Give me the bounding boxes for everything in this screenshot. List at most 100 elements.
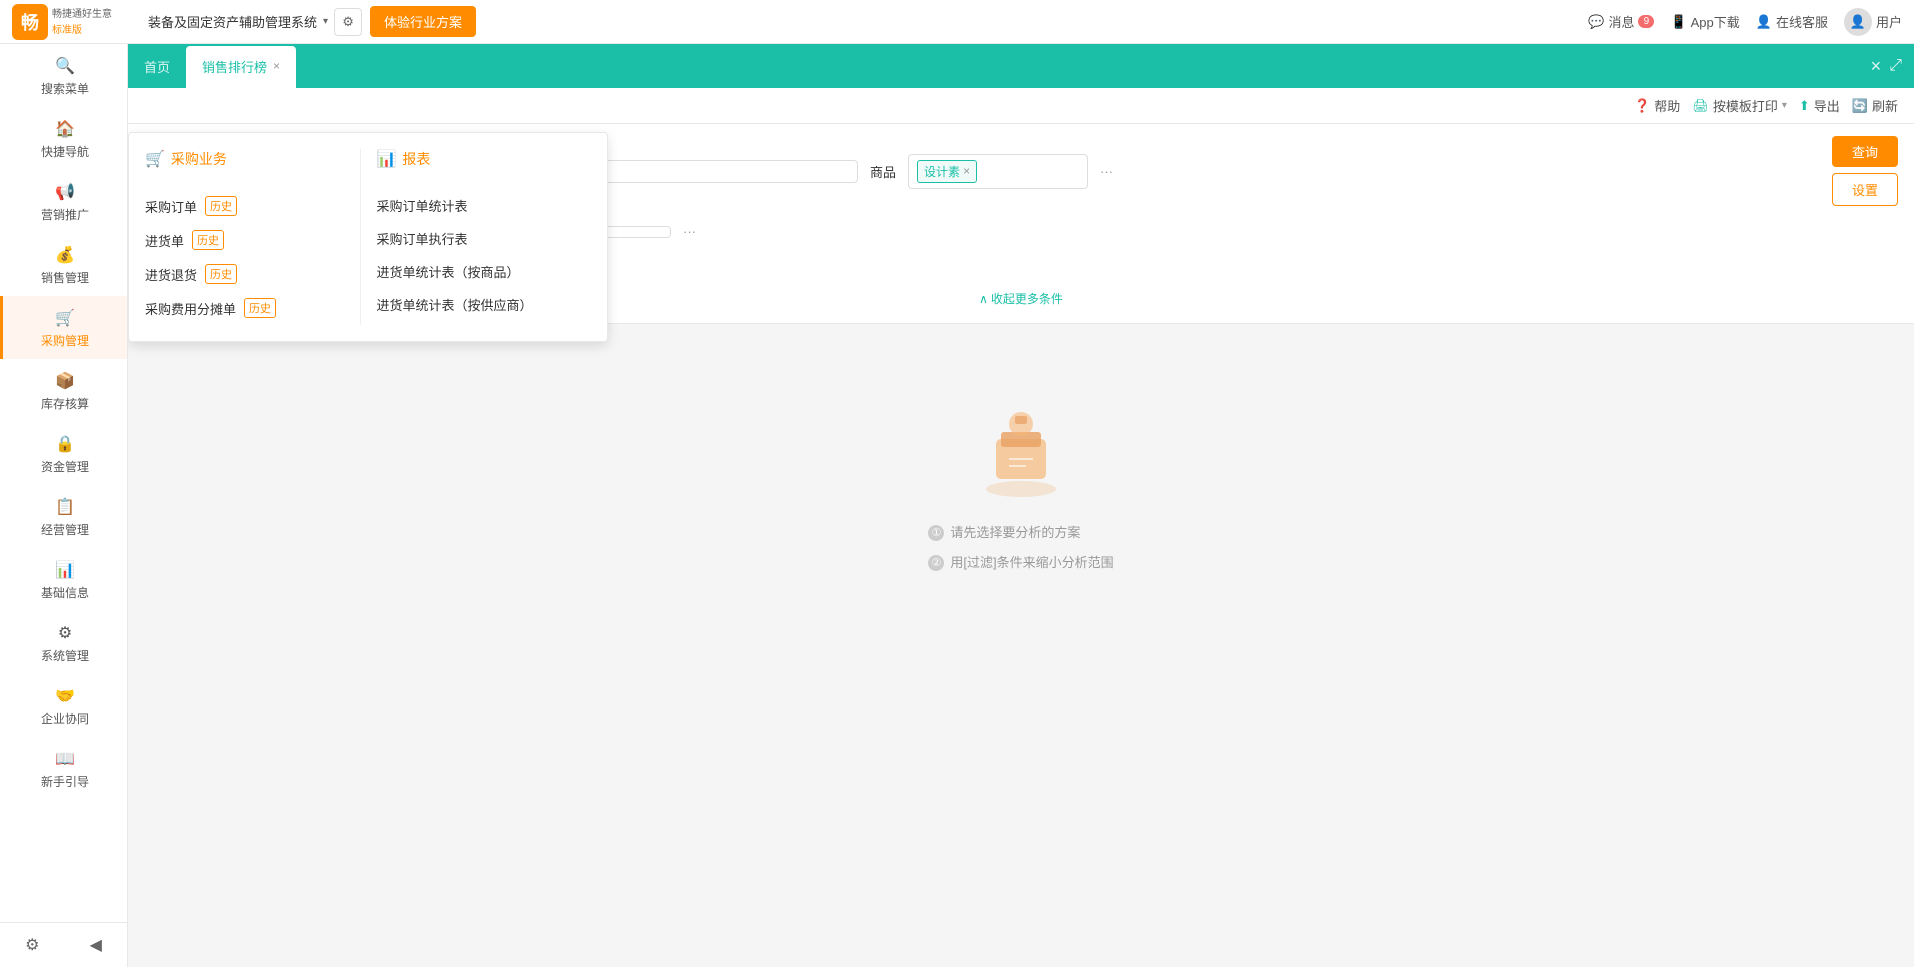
purchase-icon: 🛒 xyxy=(55,308,75,328)
goods-input[interactable]: 设计素 × xyxy=(908,154,1088,189)
menu-item-expense[interactable]: 采购费用分摊单 历史 xyxy=(145,291,360,325)
menu-columns: 🛒 采购业务 采购订单 历史 进货单 历史 xyxy=(145,149,591,325)
industry-button[interactable]: 体验行业方案 xyxy=(370,6,476,37)
tab-close-all-area: × ⤢ xyxy=(1859,56,1914,77)
goods-more-btn[interactable]: ··· xyxy=(1100,164,1113,179)
menu-item-inbound-stats-goods[interactable]: 进货单统计表（按商品） xyxy=(377,255,592,288)
sidebar-label-operations: 经营管理 xyxy=(41,521,89,538)
print-dropdown-icon[interactable]: ▾ xyxy=(1782,100,1787,111)
tab-sales-rank-label: 销售排行榜 xyxy=(202,57,267,76)
expand-btn[interactable]: ⤢ xyxy=(1889,57,1902,75)
collapse-arrow-icon: ∧ xyxy=(979,292,988,306)
settings-icon-btn[interactable]: ⚙ xyxy=(334,8,362,36)
history-badge-0[interactable]: 历史 xyxy=(205,196,237,216)
sidebar-label-system: 系统管理 xyxy=(41,647,89,664)
export-btn[interactable]: ⬆ 导出 xyxy=(1799,96,1840,115)
menu-item-purchase-order[interactable]: 采购订单 历史 xyxy=(145,189,360,223)
phone-icon: 📱 xyxy=(1670,14,1686,30)
sidebar-item-purchase[interactable]: 🛒 采购管理 xyxy=(0,296,127,359)
sidebar: 🔍 搜索菜单 🏠 快捷导航 📢 营销推广 💰 销售管理 🛒 采购管理 📦 xyxy=(0,44,128,967)
sidebar-item-search[interactable]: 🔍 搜索菜单 xyxy=(0,44,127,107)
top-bar: 畅 畅捷通好生意 标准版 装备及固定资产辅助管理系统 ▾ ⚙ 体验行业方案 💬 … xyxy=(0,0,1914,44)
tab-bar: 首页 销售排行榜 × × ⤢ xyxy=(128,44,1914,88)
tag-remove-btn[interactable]: × xyxy=(963,164,970,178)
menu-item-inbound[interactable]: 进货单 历史 xyxy=(145,223,360,257)
sidebar-item-inventory[interactable]: 📦 库存核算 xyxy=(0,359,127,422)
purchase-dropdown-menu: 🛒 采购业务 采购订单 历史 进货单 历史 xyxy=(128,132,608,342)
home-icon: 🏠 xyxy=(55,119,75,139)
history-badge-3[interactable]: 历史 xyxy=(244,298,276,318)
message-icon: 💬 xyxy=(1588,14,1604,30)
print-btn[interactable]: 🖨 按模板打印 ▾ xyxy=(1692,96,1787,115)
empty-state: ① 请先选择要分析的方案 ② 用[过滤]条件来缩小分析范围 xyxy=(128,324,1914,656)
empty-svg xyxy=(971,404,1071,504)
help-btn[interactable]: ❓ 帮助 xyxy=(1634,96,1680,115)
sidebar-bottom: ⚙ ◀ xyxy=(0,922,127,967)
sidebar-label-guide: 新手引导 xyxy=(41,773,89,790)
sidebar-label-cooperation: 企业协同 xyxy=(41,710,89,727)
finance-icon: 🔒 xyxy=(55,434,75,454)
business-column: 🛒 采购业务 采购订单 历史 进货单 历史 xyxy=(145,149,360,325)
sidebar-item-quicknav[interactable]: 🏠 快捷导航 xyxy=(0,107,127,170)
message-btn[interactable]: 💬 消息 9 xyxy=(1588,12,1654,31)
menu-item-return[interactable]: 进货退货 历史 xyxy=(145,257,360,291)
sidebar-label-basicinfo: 基础信息 xyxy=(41,584,89,601)
content-body: ❓ 帮助 🖨 按模板打印 ▾ ⬆ 导出 🔄 刷新 xyxy=(128,88,1914,967)
filter-settings-button[interactable]: 设置 xyxy=(1832,173,1898,206)
report-col-icon: 📊 xyxy=(377,149,397,169)
guide-icon: 📖 xyxy=(55,749,75,769)
inventory-icon: 📦 xyxy=(55,371,75,391)
sidebar-label-finance: 资金管理 xyxy=(41,458,89,475)
sidebar-item-basicinfo[interactable]: 📊 基础信息 xyxy=(0,548,127,611)
sidebar-item-guide[interactable]: 📖 新手引导 xyxy=(0,737,127,800)
sidebar-label-quicknav: 快捷导航 xyxy=(41,143,89,160)
history-badge-1[interactable]: 历史 xyxy=(192,230,224,250)
tab-sales-rank[interactable]: 销售排行榜 × xyxy=(186,46,296,90)
export-icon: ⬆ xyxy=(1799,98,1810,114)
online-service-btn[interactable]: 👤 在线客服 xyxy=(1756,12,1828,31)
history-badge-2[interactable]: 历史 xyxy=(205,264,237,284)
user-btn[interactable]: 👤 用户 xyxy=(1844,8,1902,36)
system-icon: ⚙ xyxy=(58,623,72,643)
operations-icon: 📋 xyxy=(55,497,75,517)
avatar: 👤 xyxy=(1844,8,1872,36)
salesperson-more-btn[interactable]: ··· xyxy=(683,224,696,239)
chevron-down-icon[interactable]: ▾ xyxy=(323,16,328,27)
sidebar-item-finance[interactable]: 🔒 资金管理 xyxy=(0,422,127,485)
system-title: 装备及固定资产辅助管理系统 ▾ xyxy=(148,12,328,31)
print-icon: 🖨 xyxy=(1692,98,1709,114)
goods-tag: 设计素 × xyxy=(917,160,977,183)
search-icon: 🔍 xyxy=(55,56,75,76)
menu-item-inbound-stats-supplier[interactable]: 进货单统计表（按供应商） xyxy=(377,288,592,321)
query-button[interactable]: 查询 xyxy=(1832,136,1898,167)
logo-text: 畅捷通好生意 xyxy=(52,8,112,21)
sidebar-collapse-btn[interactable]: ◀ xyxy=(90,935,102,955)
empty-step-1: ① 请先选择要分析的方案 xyxy=(928,520,1113,546)
sidebar-label-search: 搜索菜单 xyxy=(41,80,89,97)
main-area: 🔍 搜索菜单 🏠 快捷导航 📢 营销推广 💰 销售管理 🛒 采购管理 📦 xyxy=(0,44,1914,967)
sidebar-item-sales[interactable]: 💰 销售管理 xyxy=(0,233,127,296)
service-icon: 👤 xyxy=(1756,14,1772,30)
collapse-button[interactable]: ∧ 收起更多条件 xyxy=(979,290,1063,307)
refresh-icon: 🔄 xyxy=(1852,98,1868,114)
logo-edition: 标准版 xyxy=(52,21,112,36)
report-col-header: 📊 报表 xyxy=(377,149,592,177)
sidebar-settings-btn[interactable]: ⚙ xyxy=(25,935,39,955)
sidebar-item-marketing[interactable]: 📢 营销推广 xyxy=(0,170,127,233)
menu-item-order-exec[interactable]: 采购订单执行表 xyxy=(377,222,592,255)
refresh-btn[interactable]: 🔄 刷新 xyxy=(1852,96,1898,115)
avatar-icon: 👤 xyxy=(1850,14,1866,30)
tab-home[interactable]: 首页 xyxy=(128,44,186,88)
logo-icon: 畅 xyxy=(12,4,48,40)
sidebar-item-system[interactable]: ⚙ 系统管理 xyxy=(0,611,127,674)
sidebar-item-cooperation[interactable]: 🤝 企业协同 xyxy=(0,674,127,737)
close-all-btn[interactable]: × xyxy=(1871,56,1882,77)
menu-item-order-stats[interactable]: 采购订单统计表 xyxy=(377,189,592,222)
sidebar-item-operations[interactable]: 📋 经营管理 xyxy=(0,485,127,548)
empty-step-2: ② 用[过滤]条件来缩小分析范围 xyxy=(928,550,1113,576)
tab-home-label: 首页 xyxy=(144,57,170,76)
app-download-btn[interactable]: 📱 App下载 xyxy=(1670,12,1739,31)
sidebar-label-marketing: 营销推广 xyxy=(41,206,89,223)
tab-close-icon[interactable]: × xyxy=(273,59,280,73)
sidebar-label-inventory: 库存核算 xyxy=(41,395,89,412)
